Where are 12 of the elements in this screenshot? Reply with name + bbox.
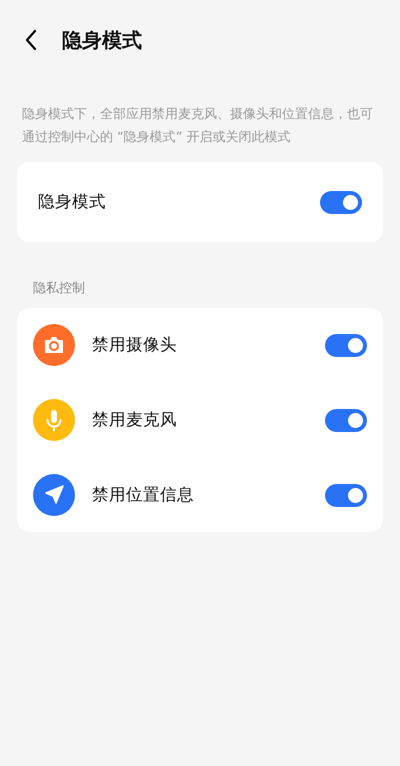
setting-label: 隐身模式: [38, 191, 106, 213]
setting-label: 禁用麦克风: [92, 409, 178, 431]
toggle-switch[interactable]: [325, 334, 367, 356]
setting-label: 禁用位置信息: [92, 484, 195, 506]
setting-label: 禁用摄像头: [92, 334, 178, 356]
back-icon[interactable]: [24, 29, 38, 51]
toggle-switch[interactable]: [320, 190, 362, 214]
toggle-switch[interactable]: [325, 408, 367, 432]
page-title: 隐身模式: [62, 26, 142, 54]
toggle-switch[interactable]: [325, 484, 367, 506]
section-title: 隐私控制: [33, 280, 86, 297]
description-text: 隐身模式下，全部应用禁用麦克风、摄像头和位置信息，也可通过控制中心的 “隐身模式” 开启或关闭此模式: [22, 106, 374, 147]
